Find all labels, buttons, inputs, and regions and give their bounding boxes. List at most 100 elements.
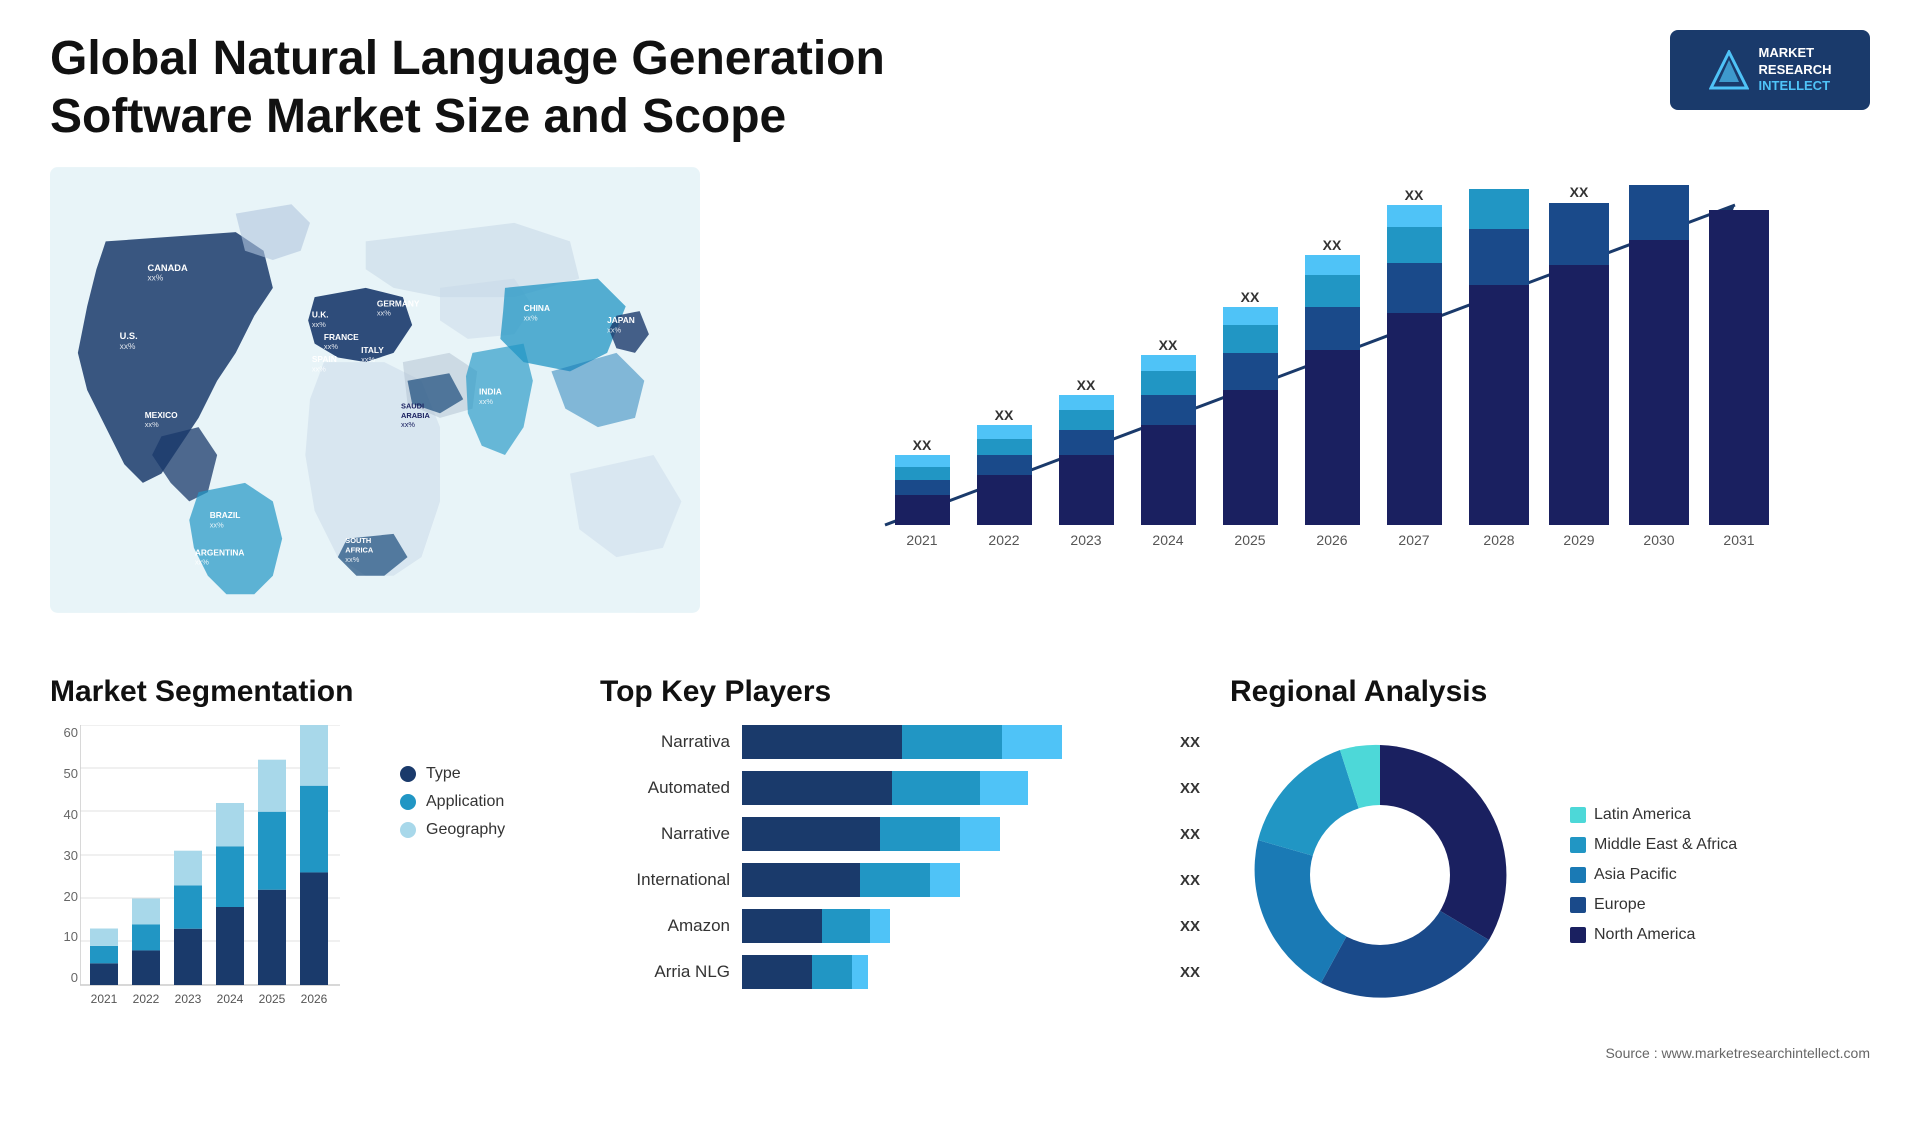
reg-asia-pacific: Asia Pacific xyxy=(1570,866,1737,884)
bar-seg-light xyxy=(1002,725,1062,759)
north-america-dot xyxy=(1570,927,1586,943)
saudi-label: SAUDI xyxy=(401,402,424,411)
regional-legend: Latin America Middle East & Africa Asia … xyxy=(1570,806,1737,944)
logo-box: MARKET RESEARCH INTELLECT xyxy=(1670,30,1870,110)
svg-text:xx%: xx% xyxy=(377,309,391,318)
india-label: INDIA xyxy=(479,387,502,397)
middle-east-africa-dot xyxy=(1570,837,1586,853)
player-name-arria: Arria NLG xyxy=(600,962,730,982)
latin-america-dot xyxy=(1570,807,1586,823)
argentina-label: ARGENTINA xyxy=(195,547,245,557)
player-row-amazon: Amazon XX xyxy=(600,909,1200,943)
svg-text:2026: 2026 xyxy=(301,992,328,1005)
seg-chart-svg: 2021 2022 2023 xyxy=(80,725,350,1005)
seg-chart-wrapper: 0 10 20 30 40 50 60 xyxy=(50,725,370,1025)
svg-text:2021: 2021 xyxy=(91,992,118,1005)
svg-text:2026: 2026 xyxy=(1316,532,1347,548)
svg-text:2023: 2023 xyxy=(175,992,202,1005)
svg-text:XX: XX xyxy=(1323,237,1342,253)
asia-pacific-label: Asia Pacific xyxy=(1594,866,1677,884)
svg-text:ARABIA: ARABIA xyxy=(401,411,430,420)
reg-europe: Europe xyxy=(1570,896,1737,914)
player-name-automated: Automated xyxy=(600,778,730,798)
svg-text:xx%: xx% xyxy=(524,314,538,323)
segmentation-title: Market Segmentation xyxy=(50,675,570,709)
svg-text:XX: XX xyxy=(1241,289,1260,305)
svg-text:2023: 2023 xyxy=(1070,532,1101,548)
seg-container: 0 10 20 30 40 50 60 xyxy=(50,725,570,1025)
svg-text:xx%: xx% xyxy=(324,342,338,351)
player-row-arria: Arria NLG XX xyxy=(600,955,1200,989)
page-title: Global Natural Language Generation Softw… xyxy=(50,30,950,145)
application-label: Application xyxy=(426,793,504,811)
logo-text: MARKET RESEARCH INTELLECT xyxy=(1759,45,1832,96)
svg-text:2030: 2030 xyxy=(1643,532,1674,548)
svg-text:XX: XX xyxy=(1405,187,1424,203)
north-america-label: North America xyxy=(1594,926,1695,944)
svg-text:xx%: xx% xyxy=(479,397,493,406)
svg-text:XX: XX xyxy=(913,437,932,453)
player-bar-automated xyxy=(742,771,1160,805)
reg-latin-america: Latin America xyxy=(1570,806,1737,824)
southafrica-label: SOUTH xyxy=(345,536,371,545)
geography-label: Geography xyxy=(426,821,505,839)
france-label: FRANCE xyxy=(324,332,359,342)
player-xx-automated: XX xyxy=(1180,780,1200,797)
bar-chart-area: XX 2021 XX 2022 XX xyxy=(730,165,1870,645)
world-map-container: CANADA xx% U.S. xx% MEXICO xx% BRAZIL xx… xyxy=(50,165,700,615)
svg-text:2022: 2022 xyxy=(988,532,1019,548)
players-list: Narrativa XX Automated xyxy=(600,725,1200,989)
svg-text:xx%: xx% xyxy=(607,326,621,335)
svg-text:2021: 2021 xyxy=(906,532,937,548)
svg-text:2024: 2024 xyxy=(1152,532,1183,548)
player-name-international: International xyxy=(600,870,730,890)
player-bar-amazon xyxy=(742,909,1160,943)
type-label: Type xyxy=(426,765,461,783)
japan-label: JAPAN xyxy=(607,315,635,325)
seg-y-axis: 0 10 20 30 40 50 60 xyxy=(50,725,78,985)
reg-middle-east-africa: Middle East & Africa xyxy=(1570,836,1737,854)
asia-pacific-dot xyxy=(1570,867,1586,883)
player-row-narrative: Narrative XX xyxy=(600,817,1200,851)
source-text: Source : www.marketresearchintellect.com xyxy=(1230,1045,1870,1061)
player-bar-narrative xyxy=(742,817,1160,851)
svg-text:2024: 2024 xyxy=(217,992,244,1005)
svg-text:2025: 2025 xyxy=(1234,532,1265,548)
player-name-narrativa: Narrativa xyxy=(600,732,730,752)
bar-seg-dark xyxy=(742,725,902,759)
player-xx-narrativa: XX xyxy=(1180,734,1200,751)
player-row-international: International XX xyxy=(600,863,1200,897)
germany-label: GERMANY xyxy=(377,299,420,309)
svg-text:AFRICA: AFRICA xyxy=(345,546,374,555)
geography-dot xyxy=(400,822,416,838)
svg-text:XX: XX xyxy=(1159,337,1178,353)
us-label: U.S. xyxy=(120,331,138,341)
svg-text:2027: 2027 xyxy=(1398,532,1429,548)
logo-icon xyxy=(1709,50,1749,90)
svg-text:xx%: xx% xyxy=(361,355,375,364)
svg-text:2031: 2031 xyxy=(1723,532,1754,548)
player-bar-narrativa xyxy=(742,725,1160,759)
spain-label: SPAIN xyxy=(312,354,337,364)
player-row-automated: Automated XX xyxy=(600,771,1200,805)
player-name-amazon: Amazon xyxy=(600,916,730,936)
legend-application: Application xyxy=(400,793,505,811)
player-xx-arria: XX xyxy=(1180,964,1200,981)
svg-text:XX: XX xyxy=(1570,185,1589,200)
svg-text:xx%: xx% xyxy=(312,320,326,329)
svg-text:xx%: xx% xyxy=(312,365,326,374)
player-xx-amazon: XX xyxy=(1180,918,1200,935)
bar-seg-mid xyxy=(902,725,1002,759)
player-name-narrative: Narrative xyxy=(600,824,730,844)
middle-east-africa-label: Middle East & Africa xyxy=(1594,836,1737,854)
reg-north-america: North America xyxy=(1570,926,1737,944)
regional-title: Regional Analysis xyxy=(1230,675,1870,709)
italy-label: ITALY xyxy=(361,345,384,355)
svg-text:xx%: xx% xyxy=(120,341,136,351)
world-map-svg: CANADA xx% U.S. xx% MEXICO xx% BRAZIL xx… xyxy=(50,165,700,615)
legend-geography: Geography xyxy=(400,821,505,839)
svg-text:xx%: xx% xyxy=(148,273,164,283)
svg-text:xx%: xx% xyxy=(345,555,359,564)
china-label: CHINA xyxy=(524,303,550,313)
europe-label: Europe xyxy=(1594,896,1646,914)
